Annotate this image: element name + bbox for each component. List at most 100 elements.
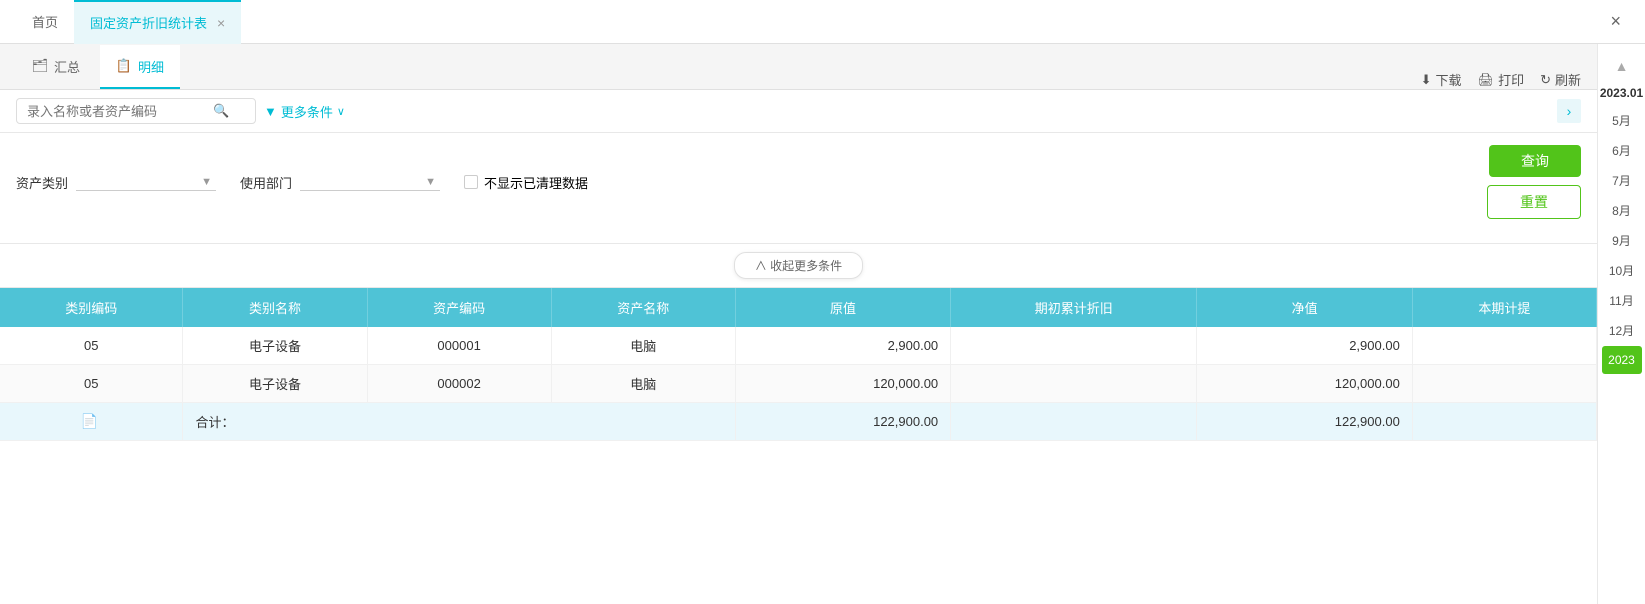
table-row: 05 电子设备 000001 电脑 2,900.00 2,900.00	[0, 327, 1597, 365]
reset-button[interactable]: 重置	[1487, 185, 1581, 219]
row2-asset-name: 电脑	[551, 365, 735, 403]
print-button[interactable]: 🖨 打印	[1478, 70, 1525, 89]
search-icon: 🔍	[213, 103, 229, 119]
row2-net-value: 120,000.00	[1197, 365, 1412, 403]
tab-summary[interactable]: 🗂 汇总	[16, 45, 96, 89]
tab-summary-label: 汇总	[54, 57, 80, 76]
top-nav-bar: 首页 固定资产折旧统计表 × ×	[0, 0, 1645, 44]
row2-initial-depreciation	[951, 365, 1197, 403]
download-label: 下载	[1436, 70, 1462, 89]
filter-buttons: 查询 重置	[1487, 145, 1581, 219]
col-net-value: 净值	[1197, 288, 1412, 327]
data-table: 类别编码 类别名称 资产编码 资产名称 原值 期初累计折旧 净值 本期计提 05	[0, 288, 1597, 441]
sidebar-month-7[interactable]: 7月	[1602, 166, 1642, 194]
row1-original-value: 2,900.00	[735, 327, 950, 365]
total-current-period	[1412, 403, 1596, 441]
col-asset-name: 资产名称	[551, 288, 735, 327]
total-icon: 📄	[81, 413, 98, 429]
search-input[interactable]	[27, 104, 207, 119]
col-original-value: 原值	[735, 288, 950, 327]
active-tab[interactable]: 固定资产折旧统计表 ×	[74, 0, 241, 44]
query-button[interactable]: 查询	[1489, 145, 1581, 177]
sidebar-month-6[interactable]: 6月	[1602, 136, 1642, 164]
asset-category-select[interactable]: ▼	[76, 174, 216, 191]
tab-detail[interactable]: 📋 明细	[100, 45, 180, 89]
col-current-period: 本期计提	[1412, 288, 1596, 327]
row2-original-value: 120,000.00	[735, 365, 950, 403]
col-initial-depreciation: 期初累计折旧	[951, 288, 1197, 327]
refresh-button[interactable]: ↻ 刷新	[1540, 70, 1581, 89]
col-category-name: 类别名称	[183, 288, 367, 327]
row1-asset-name: 电脑	[551, 327, 735, 365]
total-net-value: 122,900.00	[1197, 403, 1412, 441]
row1-current-period	[1412, 327, 1596, 365]
search-bar: 🔍 ▼ 更多条件 ∨ ›	[0, 90, 1597, 133]
col-category-code: 类别编码	[0, 288, 183, 327]
tab-bar: 🗂 汇总 📋 明细 ⬇ 下载 🖨 打印 ↻ 刷新	[0, 44, 1597, 90]
detail-icon: 📋	[116, 58, 132, 74]
refresh-label: 刷新	[1555, 70, 1581, 89]
table-body: 05 电子设备 000001 电脑 2,900.00 2,900.00 05 电…	[0, 327, 1597, 441]
tab-close-icon[interactable]: ×	[217, 15, 225, 31]
department-filter: 使用部门 ▼	[240, 173, 440, 192]
row1-net-value: 2,900.00	[1197, 327, 1412, 365]
download-icon: ⬇	[1421, 72, 1432, 88]
print-label: 打印	[1498, 70, 1524, 89]
asset-category-filter: 资产类别 ▼	[16, 173, 216, 192]
table-header: 类别编码 类别名称 资产编码 资产名称 原值 期初累计折旧 净值 本期计提	[0, 288, 1597, 327]
table-header-row: 类别编码 类别名称 资产编码 资产名称 原值 期初累计折旧 净值 本期计提	[0, 288, 1597, 327]
filter-panel: 资产类别 ▼ 使用部门 ▼ 不显示已清理数据	[0, 133, 1597, 244]
row1-asset-code: 000001	[367, 327, 551, 365]
collapse-conditions-button[interactable]: ∧ 收起更多条件	[734, 252, 863, 279]
table-total-row: 📄 合计： 122,900.00 122,900.00	[0, 403, 1597, 441]
table-row: 05 电子设备 000002 电脑 120,000.00 120,000.00	[0, 365, 1597, 403]
sidebar-month-11[interactable]: 11月	[1602, 286, 1642, 314]
sidebar-month-12[interactable]: 12月	[1602, 316, 1642, 344]
filter-row: 资产类别 ▼ 使用部门 ▼ 不显示已清理数据	[16, 145, 1581, 219]
department-arrow-icon: ▼	[425, 176, 436, 188]
print-icon: 🖨	[1478, 72, 1495, 88]
active-tab-label: 固定资产折旧统计表	[90, 13, 207, 32]
row1-category-code: 05	[0, 327, 183, 365]
right-sidebar: ▲ 2023.01 5月 6月 7月 8月 9月 10月 11月 12月 202…	[1597, 44, 1645, 604]
download-button[interactable]: ⬇ 下载	[1421, 70, 1462, 89]
toolbar-right: ⬇ 下载 🖨 打印 ↻ 刷新	[1421, 70, 1581, 89]
chevron-down-icon: ∨	[337, 105, 345, 118]
left-panel: 🗂 汇总 📋 明细 ⬇ 下载 🖨 打印 ↻ 刷新	[0, 44, 1597, 604]
col-asset-code: 资产编码	[367, 288, 551, 327]
row2-current-period	[1412, 365, 1596, 403]
summary-icon: 🗂	[32, 58, 48, 74]
row2-asset-code: 000002	[367, 365, 551, 403]
more-conditions-button[interactable]: ▼ 更多条件 ∨	[264, 102, 345, 121]
filter-icon: ▼	[264, 104, 277, 119]
hide-cleared-label: 不显示已清理数据	[484, 173, 588, 192]
expand-panel-button[interactable]: ›	[1557, 99, 1581, 123]
collapse-bar: ∧ 收起更多条件	[0, 244, 1597, 288]
search-input-wrap[interactable]: 🔍	[16, 98, 256, 124]
checkbox-box	[464, 175, 478, 189]
main-content: 🗂 汇总 📋 明细 ⬇ 下载 🖨 打印 ↻ 刷新	[0, 44, 1645, 604]
asset-category-label: 资产类别	[16, 173, 68, 192]
sidebar-month-5[interactable]: 5月	[1602, 106, 1642, 134]
sidebar-month-8[interactable]: 8月	[1602, 196, 1642, 224]
asset-category-arrow-icon: ▼	[201, 176, 212, 188]
hide-cleared-checkbox[interactable]: 不显示已清理数据	[464, 173, 588, 192]
total-original-value: 122,900.00	[735, 403, 950, 441]
total-initial-depreciation	[951, 403, 1197, 441]
department-select[interactable]: ▼	[300, 174, 440, 191]
sidebar-year-badge[interactable]: 2023	[1602, 346, 1642, 374]
window-close-button[interactable]: ×	[1602, 11, 1629, 32]
sidebar-date-header: 2023.01	[1598, 82, 1645, 104]
department-label: 使用部门	[240, 173, 292, 192]
row2-category-name: 电子设备	[183, 365, 367, 403]
sidebar-month-9[interactable]: 9月	[1602, 226, 1642, 254]
row1-initial-depreciation	[951, 327, 1197, 365]
row2-category-code: 05	[0, 365, 183, 403]
tab-detail-label: 明细	[138, 57, 164, 76]
more-conditions-label: 更多条件	[281, 102, 333, 121]
sidebar-month-10[interactable]: 10月	[1602, 256, 1642, 284]
total-icon-cell: 📄	[0, 403, 183, 441]
home-nav-item[interactable]: 首页	[16, 12, 74, 31]
total-label: 合计：	[183, 403, 735, 441]
sidebar-nav-up-button[interactable]: ▲	[1604, 52, 1640, 80]
